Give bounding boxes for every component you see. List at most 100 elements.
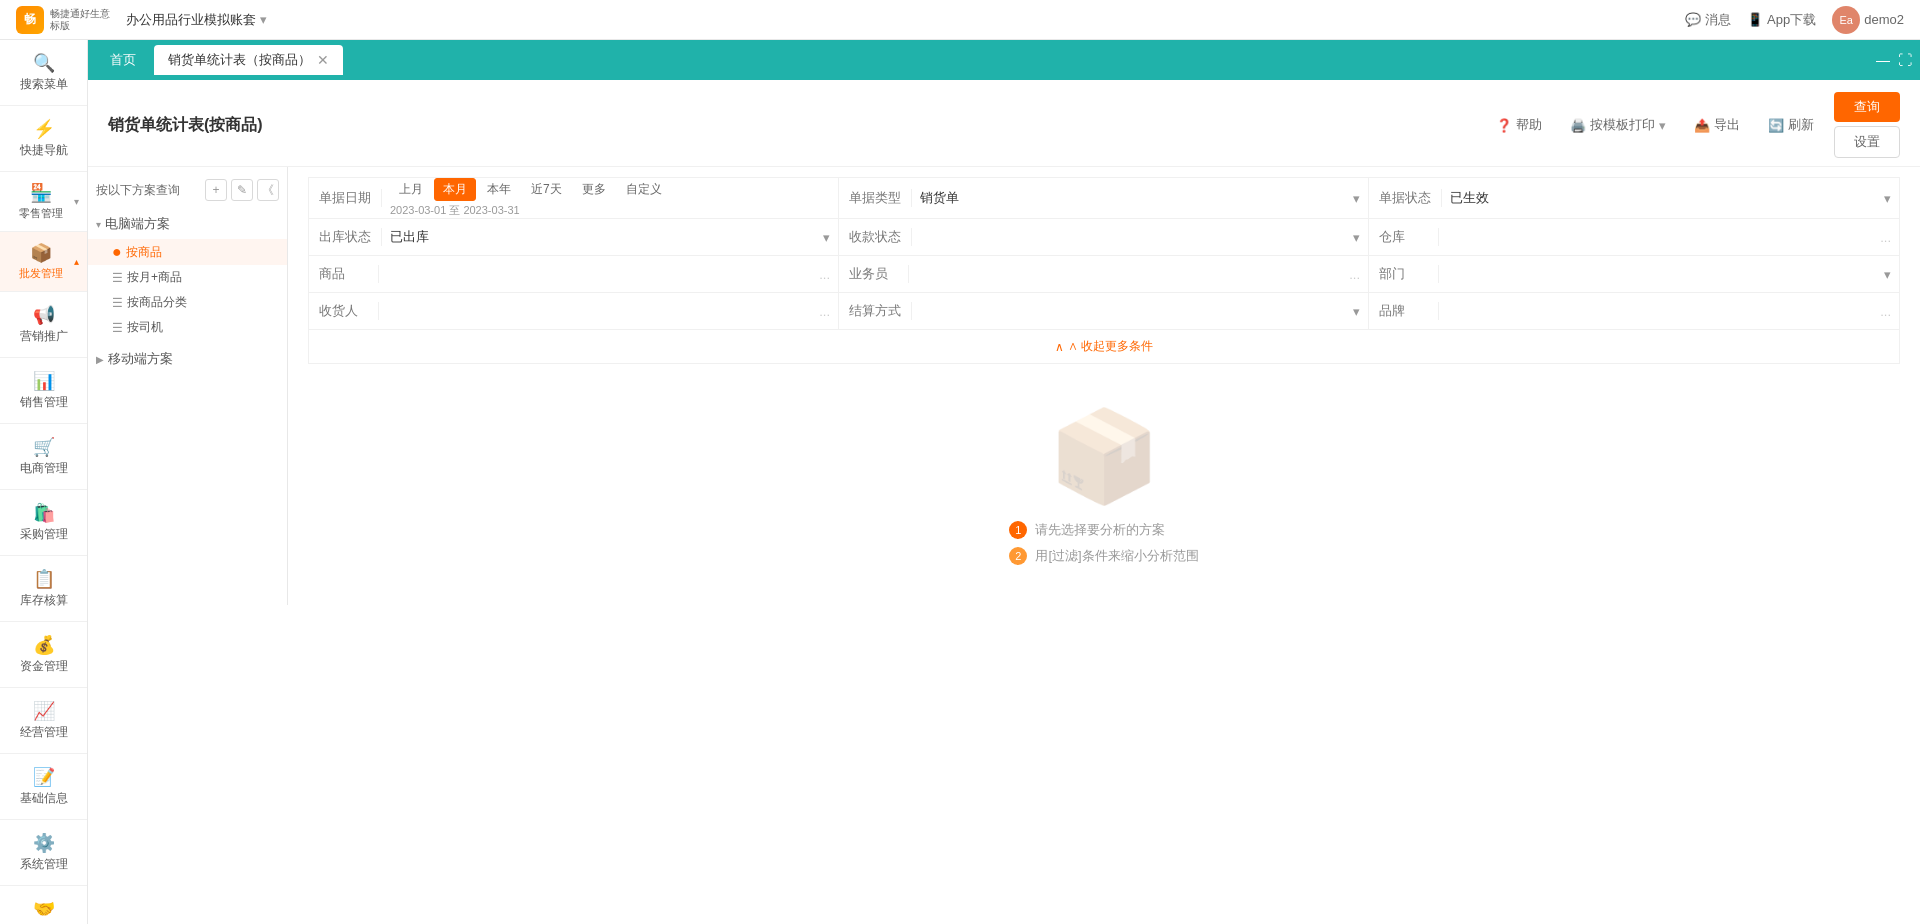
sidebar-item-finance[interactable]: 💰 资金管理: [0, 622, 87, 688]
empty-steps: 1 请先选择要分析的方案 2 用[过滤]条件来缩小分析范围: [1009, 521, 1198, 565]
product-value-area[interactable]: ...: [379, 267, 838, 282]
date-this-year[interactable]: 本年: [478, 178, 520, 201]
filter-row-2: 出库状态 已出库 ▾ 收款状态 ▾: [308, 219, 1900, 256]
product-dots[interactable]: ...: [819, 267, 830, 282]
dept-cell: 部门 ▾: [1369, 256, 1899, 292]
sidebar-item-marketing[interactable]: 📢 营销推广: [0, 292, 87, 358]
page-title: 销货单统计表(按商品): [108, 115, 263, 136]
user-area[interactable]: Ea demo2: [1832, 6, 1904, 34]
sidebar-item-label: 快捷导航: [20, 142, 68, 159]
date-this-month[interactable]: 本月: [434, 178, 476, 201]
panel-add-btn[interactable]: +: [205, 179, 227, 201]
sidebar-item-wholesale[interactable]: 📦 批发管理 ▴: [0, 232, 87, 292]
brand-cell: 品牌 ...: [1369, 293, 1899, 329]
receiver-dots[interactable]: ...: [819, 304, 830, 319]
sidebar-item-operations[interactable]: 📈 经营管理: [0, 688, 87, 754]
brand-dots[interactable]: ...: [1880, 304, 1891, 319]
tab-report[interactable]: 销货单统计表（按商品） ✕: [154, 45, 343, 75]
tab-close-icon[interactable]: ✕: [317, 53, 329, 67]
collapse-icon: ∧: [1055, 340, 1064, 354]
tree-section-pc[interactable]: ▾ 电脑端方案: [88, 209, 287, 239]
app-title: 办公用品行业模拟账套: [126, 11, 256, 29]
help-btn[interactable]: ❓ 帮助: [1488, 112, 1550, 138]
out-status-value-area[interactable]: 已出库 ▾: [382, 228, 838, 246]
type-value: 销货单: [920, 189, 959, 207]
date-last-month[interactable]: 上月: [390, 178, 432, 201]
warehouse-label: 仓库: [1369, 228, 1439, 246]
tree-item-by-month-product[interactable]: ☰ 按月+商品: [88, 265, 287, 290]
warehouse-value-area[interactable]: ...: [1439, 230, 1899, 245]
staff-value-area[interactable]: ...: [909, 267, 1368, 282]
message-btn[interactable]: 💬 消息: [1685, 11, 1731, 29]
date-custom[interactable]: 自定义: [617, 178, 671, 201]
sidebar-item-basic[interactable]: 📝 基础信息: [0, 754, 87, 820]
status-dropdown-icon[interactable]: ▾: [1884, 191, 1891, 206]
type-dropdown-icon[interactable]: ▾: [1353, 191, 1360, 206]
sidebar-item-search[interactable]: 🔍 搜索菜单: [0, 40, 87, 106]
receive-status-value-area[interactable]: ▾: [912, 230, 1368, 245]
tree-item-by-cashier[interactable]: ☰ 按司机: [88, 315, 287, 340]
out-status-dropdown-icon[interactable]: ▾: [823, 230, 830, 245]
dept-dropdown-icon[interactable]: ▾: [1884, 267, 1891, 282]
warehouse-dots[interactable]: ...: [1880, 230, 1891, 245]
product-category-icon: ☰: [112, 296, 123, 310]
query-btn[interactable]: 查询: [1834, 92, 1900, 122]
sidebar: 🔍 搜索菜单 ⚡ 快捷导航 🏪 零售管理 ▾ 📦 批发管理 ▴ 📢 营销推广: [0, 40, 88, 924]
date-range: 2023-03-01 至 2023-03-31: [390, 203, 830, 218]
minimize-icon[interactable]: —: [1876, 52, 1890, 68]
sidebar-item-purchase[interactable]: 🛍️ 采购管理: [0, 490, 87, 556]
tree-item-by-product[interactable]: ● 按商品: [88, 239, 287, 265]
message-icon: 💬: [1685, 12, 1701, 27]
app-selector[interactable]: 办公用品行业模拟账套 ▾: [118, 7, 275, 33]
tree-arrow-right: ▶: [96, 354, 104, 365]
date-more[interactable]: 更多: [573, 178, 615, 201]
sidebar-item-label: 系统管理: [20, 856, 68, 873]
empty-state: 📦 1 请先选择要分析的方案 2 用[过滤]条件来缩小分析范围: [288, 364, 1920, 605]
panel-collapse-btn[interactable]: 《: [257, 179, 279, 201]
by-cashier-label: 按司机: [127, 319, 163, 336]
out-status-cell: 出库状态 已出库 ▾: [309, 219, 839, 255]
refresh-btn[interactable]: 🔄 刷新: [1760, 112, 1822, 138]
settings-btn[interactable]: 设置: [1834, 126, 1900, 158]
brand-label: 品牌: [1369, 302, 1439, 320]
collapse-more-btn[interactable]: ∧ ∧ 收起更多条件: [308, 330, 1900, 364]
sidebar-item-sales[interactable]: 📊 销售管理: [0, 358, 87, 424]
sidebar-item-ecommerce[interactable]: 🛒 电商管理: [0, 424, 87, 490]
pc-section-label: 电脑端方案: [105, 215, 170, 233]
tab-home[interactable]: 首页: [96, 45, 150, 75]
template-print-btn[interactable]: 🖨️ 按模板打印 ▾: [1562, 112, 1674, 138]
staff-dots[interactable]: ...: [1349, 267, 1360, 282]
receiver-value-area[interactable]: ...: [379, 304, 838, 319]
sidebar-item-label: 经营管理: [20, 724, 68, 741]
search-icon: 🔍: [33, 52, 55, 74]
empty-step-1: 1 请先选择要分析的方案: [1009, 521, 1198, 539]
basic-icon: 📝: [33, 766, 55, 788]
date-7days[interactable]: 近7天: [522, 178, 571, 201]
product-label: 商品: [309, 265, 379, 283]
payment-dropdown-icon[interactable]: ▾: [1353, 304, 1360, 319]
product-cell: 商品 ...: [309, 256, 839, 292]
export-btn[interactable]: 📤 导出: [1686, 112, 1748, 138]
date-shortcuts: 上月 本月 本年 近7天 更多 自定义: [390, 178, 830, 201]
receive-status-dropdown-icon[interactable]: ▾: [1353, 230, 1360, 245]
operations-icon: 📈: [33, 700, 55, 722]
topbar: 畅 畅捷通好生意 标版 办公用品行业模拟账套 ▾ 💬 消息 📱 App下载 Ea…: [0, 0, 1920, 40]
tree-section-mobile[interactable]: ▶ 移动端方案: [88, 344, 287, 374]
sidebar-item-retail[interactable]: 🏪 零售管理 ▾: [0, 172, 87, 232]
sidebar-item-inventory[interactable]: 📋 库存核算: [0, 556, 87, 622]
enterprise-icon: 🤝: [33, 898, 55, 920]
payment-value-area[interactable]: ▾: [912, 304, 1368, 319]
maximize-icon[interactable]: ⛶: [1898, 52, 1912, 68]
dept-value-area[interactable]: ▾: [1439, 267, 1899, 282]
tree-item-by-product-category[interactable]: ☰ 按商品分类: [88, 290, 287, 315]
sidebar-item-system[interactable]: ⚙️ 系统管理: [0, 820, 87, 886]
app-download-btn[interactable]: 📱 App下载: [1747, 11, 1816, 29]
sidebar-item-quicknav[interactable]: ⚡ 快捷导航: [0, 106, 87, 172]
panel-edit-btn[interactable]: ✎: [231, 179, 253, 201]
status-value-area[interactable]: 已生效 ▾: [1442, 189, 1899, 207]
sidebar-item-enterprise[interactable]: 🤝 企业协同: [0, 886, 87, 924]
date-cell: 单据日期 上月 本月 本年 近7天 更多 自定义: [309, 178, 839, 218]
empty-illustration: 📦: [1048, 404, 1160, 509]
brand-value-area[interactable]: ...: [1439, 304, 1899, 319]
type-value-area[interactable]: 销货单 ▾: [912, 189, 1368, 207]
